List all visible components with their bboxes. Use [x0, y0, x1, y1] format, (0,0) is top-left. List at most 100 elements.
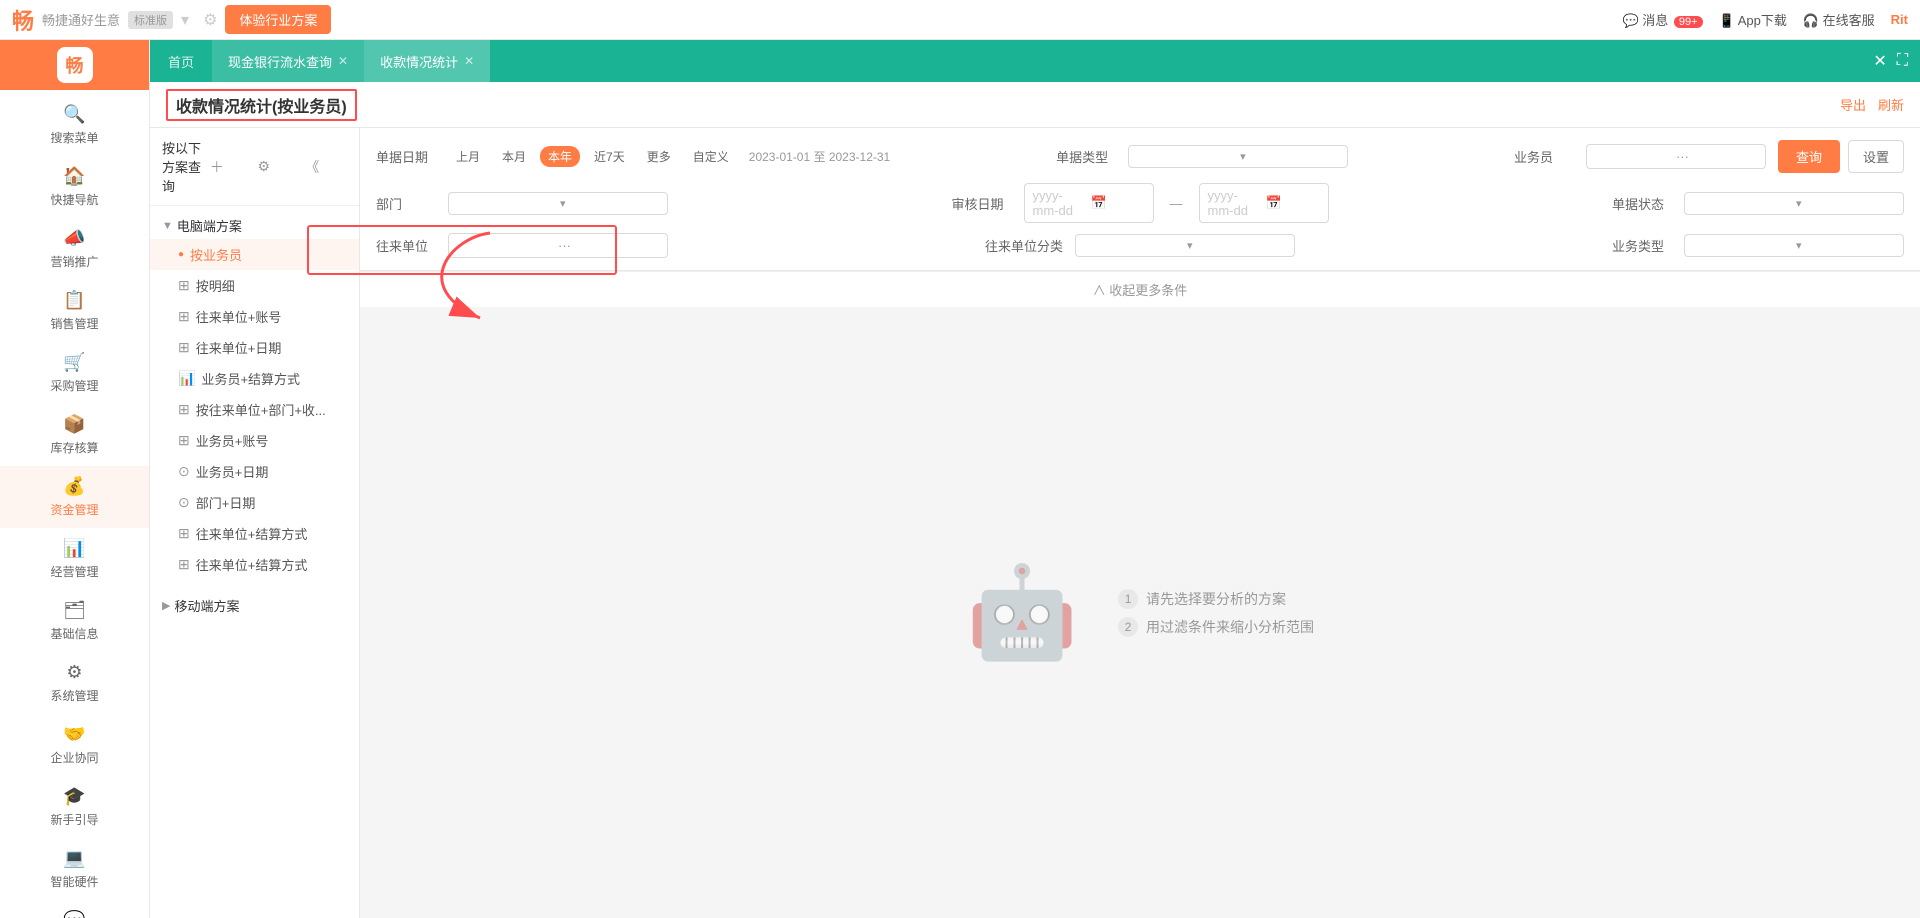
sidebar-item-purchase[interactable]: 🛒 采购管理 — [0, 342, 149, 404]
top-bar-right: 💬 消息 99+ 📱 App下载 🎧 在线客服 Rit — [1622, 10, 1908, 29]
sidebar-item-base[interactable]: 🗂 基础信息 — [0, 590, 149, 652]
mobile-group-header[interactable]: ▶ 移动端方案 — [150, 592, 359, 619]
desktop-group-label: 电脑端方案 — [177, 216, 242, 235]
date-tab-more[interactable]: 更多 — [639, 146, 679, 167]
scheme-item-partner-payment-1[interactable]: ⊞ 往来单位+结算方式 — [150, 518, 359, 549]
biztype-select[interactable]: ▾ — [1684, 234, 1904, 257]
sidebar-item-guide[interactable]: 🎓 新手引导 — [0, 776, 149, 838]
scheme-item-label-8: 部门+日期 — [196, 493, 256, 512]
partner-class-chevron-icon: ▾ — [1187, 239, 1286, 252]
scheme-item-salesperson[interactable]: ● 按业务员 — [150, 239, 359, 270]
sidebar-item-marketing[interactable]: 📣 营销推广 — [0, 218, 149, 280]
mobile-scheme-group: ▶ 移动端方案 — [150, 586, 359, 625]
scheme-icon-5: ⊞ — [178, 401, 190, 418]
filter-row-3: 往来单位 ··· 往来单位分类 ▾ 业务类型 — [376, 233, 1904, 258]
messages-btn[interactable]: 💬 消息 99+ — [1622, 10, 1702, 29]
refresh-button[interactable]: 刷新 — [1878, 95, 1904, 114]
calendar-to-icon[interactable]: 📅 — [1266, 195, 1320, 211]
sidebar-nav: 🔍 搜索菜单 🏠 快捷导航 📣 营销推广 📋 销售管理 🛒 采购管 — [0, 90, 149, 918]
settings-icon[interactable]: ⚙ — [203, 10, 217, 30]
sidebar-item-system[interactable]: ⚙ 系统管理 — [0, 652, 149, 714]
manage-scheme-icon[interactable]: ⚙ — [258, 158, 300, 175]
sidebar-item-wechat[interactable]: 💬 企业微信 — [0, 900, 149, 918]
date-tab-7days[interactable]: 近7天 — [586, 146, 633, 167]
salesperson-select[interactable]: ··· — [1586, 144, 1766, 169]
dept-chevron-icon: ▾ — [560, 197, 659, 210]
top-bar: 畅 畅捷通好生意 标准版 ▾ ⚙ 体验行业方案 💬 消息 99+ 📱 App下载… — [0, 0, 1920, 40]
docstatus-select[interactable]: ▾ — [1684, 192, 1904, 215]
dept-select[interactable]: ▾ — [448, 192, 668, 215]
guide-icon: 🎓 — [63, 786, 85, 807]
trial-button[interactable]: 体验行业方案 — [225, 5, 331, 34]
date-range-display: 2023-01-01 至 2023-12-31 — [749, 148, 890, 165]
dropdown-icon[interactable]: ▾ — [181, 10, 189, 30]
doctype-select[interactable]: ▾ — [1128, 145, 1348, 168]
sidebar-item-ops[interactable]: 📊 经营管理 — [0, 528, 149, 590]
mobile-arrow-icon: ▶ — [162, 599, 170, 612]
scheme-item-partner-account[interactable]: ⊞ 往来单位+账号 — [150, 301, 359, 332]
app-download-btn[interactable]: 📱 App下载 — [1719, 10, 1787, 29]
scheme-icon-2: ⊞ — [178, 308, 190, 325]
tab-receipts-close[interactable]: ✕ — [464, 54, 474, 68]
date-tab-lastmonth[interactable]: 上月 — [448, 146, 488, 167]
tab-receipts[interactable]: 收款情况统计 ✕ — [364, 40, 490, 82]
scheme-icon-8: ⊙ — [178, 494, 190, 511]
salesperson-more-icon[interactable]: ··· — [1676, 149, 1753, 164]
partner-label: 往来单位 — [376, 236, 436, 255]
scheme-item-partner-date[interactable]: ⊞ 往来单位+日期 — [150, 332, 359, 363]
right-panel: 单据日期 上月 本月 本年 近7天 更多 自定义 2023-01-01 至 20… — [360, 128, 1920, 918]
scheme-item-salesperson-payment[interactable]: 📊 业务员+结算方式 — [150, 363, 359, 394]
sidebar-label-base: 基础信息 — [50, 625, 98, 642]
scheme-item-label-7: 业务员+日期 — [196, 462, 269, 481]
partner-more-icon[interactable]: ··· — [558, 238, 655, 253]
user-avatar[interactable]: Rit — [1891, 12, 1908, 27]
scheme-item-salesperson-account[interactable]: ⊞ 业务员+账号 — [150, 425, 359, 456]
query-button[interactable]: 查询 — [1778, 140, 1840, 173]
partner-select[interactable]: ··· — [448, 233, 668, 258]
review-date-from[interactable]: yyyy-mm-dd 📅 — [1024, 183, 1154, 223]
add-scheme-icon[interactable]: ＋ — [210, 157, 252, 177]
sidebar-label-marketing: 营销推广 — [50, 253, 98, 270]
sidebar-item-collab[interactable]: 🤝 企业协同 — [0, 714, 149, 776]
sidebar-item-hardware[interactable]: 💻 智能硬件 — [0, 838, 149, 900]
desktop-group-header[interactable]: ▼ 电脑端方案 — [150, 212, 359, 239]
tab-bank-flow[interactable]: 现金银行流水查询 ✕ — [212, 40, 364, 82]
tab-home[interactable]: 首页 — [150, 40, 212, 82]
filter-row-2: 部门 ▾ 审核日期 yyyy-mm-dd 📅 — y — [376, 183, 1904, 223]
sidebar-label-collab: 企业协同 — [50, 749, 98, 766]
sidebar-item-finance[interactable]: 💰 资金管理 — [0, 466, 149, 528]
scheme-item-dept-date[interactable]: ⊙ 部门+日期 — [150, 487, 359, 518]
scheme-item-label-1: 按明细 — [196, 276, 235, 295]
partner-class-select[interactable]: ▾ — [1075, 234, 1295, 257]
date-separator: — — [1170, 196, 1183, 211]
sidebar-item-search[interactable]: 🔍 搜索菜单 — [0, 94, 149, 156]
setting-button[interactable]: 设置 — [1848, 140, 1904, 173]
scheme-item-partner-dept[interactable]: ⊞ 按往来单位+部门+收... — [150, 394, 359, 425]
scheme-item-partner-payment-2[interactable]: ⊞ 往来单位+结算方式 — [150, 549, 359, 580]
collapse-panel-icon[interactable]: 《 — [305, 157, 347, 177]
scheme-icon-4: 📊 — [178, 370, 195, 387]
scheme-item-salesperson-date[interactable]: ⊙ 业务员+日期 — [150, 456, 359, 487]
online-service-btn[interactable]: 🎧 在线客服 — [1803, 10, 1875, 29]
close-window-icon[interactable]: ✕ — [1873, 51, 1886, 71]
sidebar-item-inventory[interactable]: 📦 库存核算 — [0, 404, 149, 466]
scheme-item-label-0: 按业务员 — [190, 245, 242, 264]
page-header-actions: 导出 刷新 — [1840, 95, 1904, 114]
tab-bank-flow-close[interactable]: ✕ — [338, 54, 348, 68]
export-button[interactable]: 导出 — [1840, 95, 1866, 114]
scheme-item-label-10: 往来单位+结算方式 — [196, 555, 308, 574]
sidebar-label-search: 搜索菜单 — [50, 129, 98, 146]
sidebar-item-nav[interactable]: 🏠 快捷导航 — [0, 156, 149, 218]
date-tab-custom[interactable]: 自定义 — [685, 146, 737, 167]
date-tab-thisyear[interactable]: 本年 — [540, 146, 580, 167]
tab-receipts-label: 收款情况统计 — [380, 52, 458, 71]
collapse-more-btn[interactable]: ∧ 收起更多条件 — [360, 271, 1920, 307]
sidebar-item-sales[interactable]: 📋 销售管理 — [0, 280, 149, 342]
calendar-from-icon[interactable]: 📅 — [1091, 195, 1145, 211]
maximize-icon[interactable]: ⛶ — [1897, 52, 1908, 70]
inventory-icon: 📦 — [63, 414, 85, 435]
date-tab-thismonth[interactable]: 本月 — [494, 146, 534, 167]
scheme-item-detail[interactable]: ⊞ 按明细 — [150, 270, 359, 301]
filter-row-1: 单据日期 上月 本月 本年 近7天 更多 自定义 2023-01-01 至 20… — [376, 140, 1904, 173]
review-date-to[interactable]: yyyy-mm-dd 📅 — [1199, 183, 1329, 223]
